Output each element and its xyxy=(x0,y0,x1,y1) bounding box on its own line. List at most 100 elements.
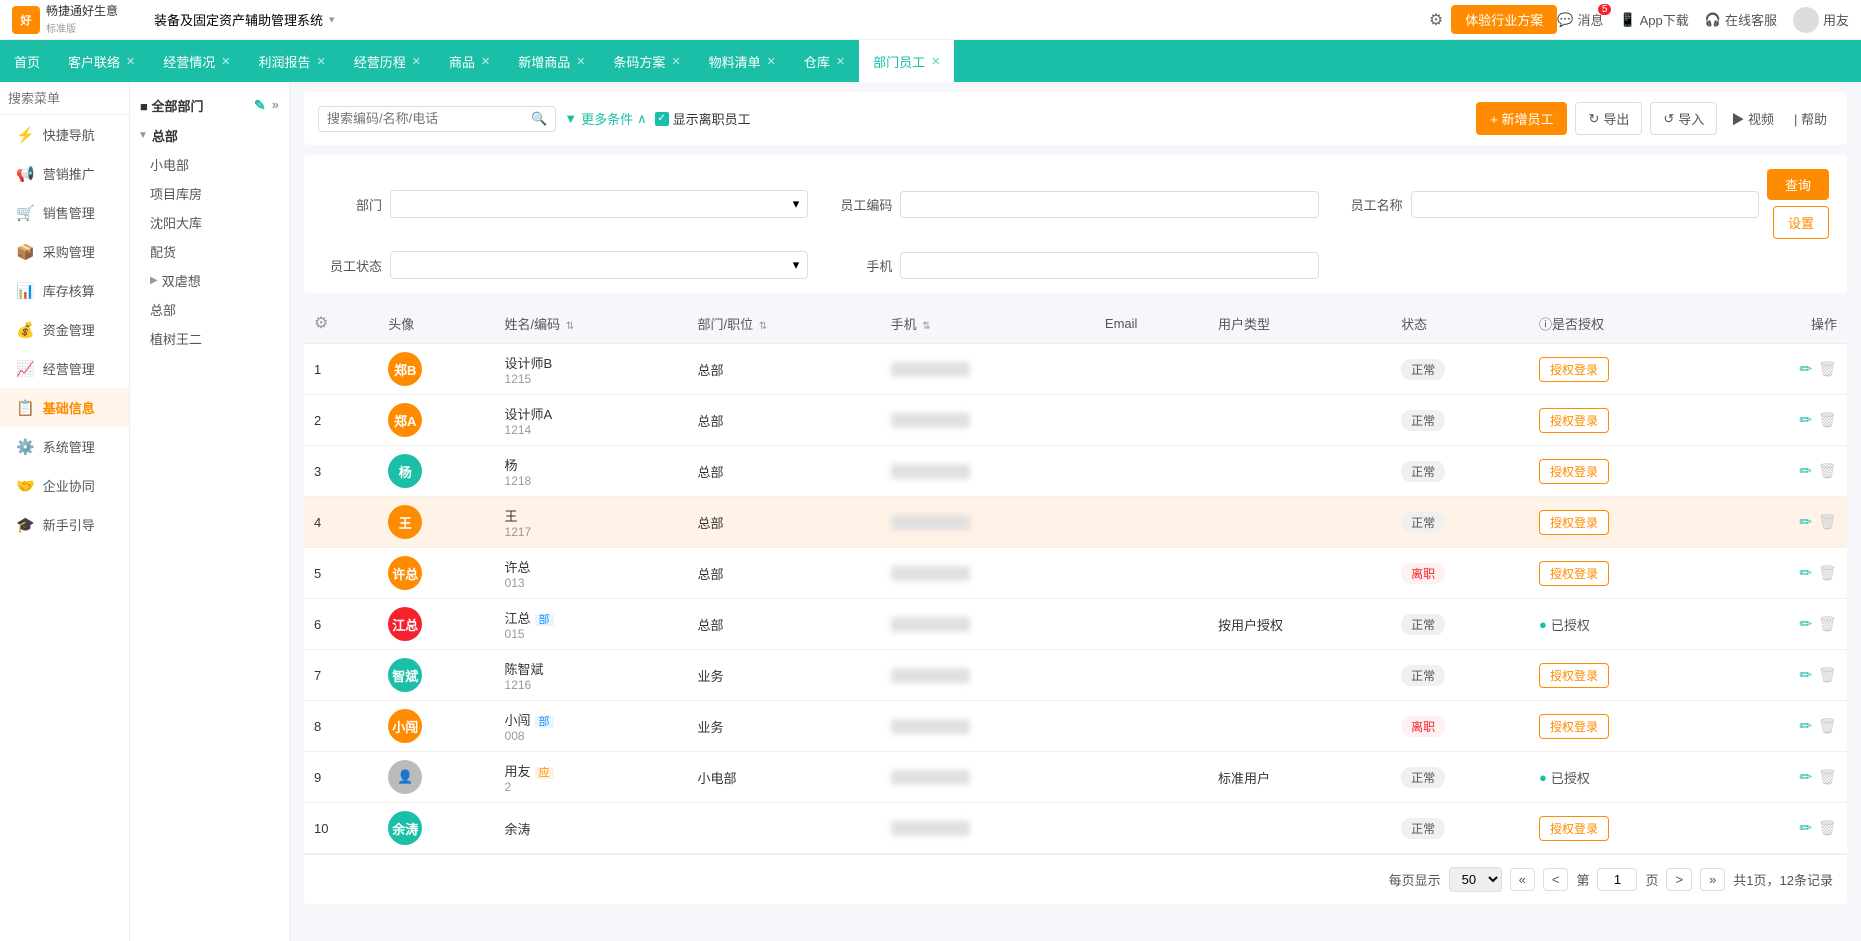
dept-select[interactable]: ▾ xyxy=(390,190,808,218)
view-button[interactable]: ▶ 视频 xyxy=(1725,102,1780,135)
edit-button[interactable]: ✏ xyxy=(1799,462,1812,480)
col-name[interactable]: 姓名/编码 ⇅ xyxy=(495,303,688,344)
auth-button[interactable]: 授权登录 xyxy=(1539,357,1609,382)
auth-button[interactable]: 授权登录 xyxy=(1539,663,1609,688)
delete-button[interactable]: 🗑 xyxy=(1818,564,1837,582)
emp-name-input[interactable] xyxy=(1411,191,1759,218)
more-filter-button[interactable]: ▼ 更多条件 ∧ xyxy=(564,109,646,128)
close-icon[interactable]: ✕ xyxy=(317,55,326,68)
close-icon[interactable]: ✕ xyxy=(836,55,845,68)
delete-button[interactable]: 🗑 xyxy=(1818,360,1837,378)
auth-button[interactable]: 授权登录 xyxy=(1539,510,1609,535)
close-icon[interactable]: ✕ xyxy=(126,55,135,68)
set-button[interactable]: 设置 xyxy=(1773,206,1829,239)
tab-goods[interactable]: 商品 ✕ xyxy=(435,40,504,82)
sidebar-item-guide[interactable]: 🎓 新手引导 xyxy=(0,505,129,544)
sidebar-item-basic-info[interactable]: 📋 基础信息 xyxy=(0,388,129,427)
first-page-button[interactable]: « xyxy=(1510,868,1535,891)
tab-journey[interactable]: 经营历程 ✕ xyxy=(340,40,435,82)
delete-button[interactable]: 🗑 xyxy=(1818,666,1837,684)
sidebar-item-marketing[interactable]: 📢 营销推广 xyxy=(0,154,129,193)
dept-edit-icon[interactable]: ✎ xyxy=(254,97,266,114)
tab-barcode[interactable]: 条码方案 ✕ xyxy=(599,40,694,82)
delete-button[interactable]: 🗑 xyxy=(1818,717,1837,735)
sidebar-search-input[interactable] xyxy=(8,91,130,106)
auth-button[interactable]: 授权登录 xyxy=(1539,714,1609,739)
chevron-down-icon[interactable]: ▾ xyxy=(329,13,335,26)
close-icon[interactable]: ✕ xyxy=(576,55,585,68)
import-button[interactable]: ↺ 导入 xyxy=(1650,102,1717,135)
dept-item-project[interactable]: 项目库房 xyxy=(130,179,289,208)
sidebar-item-system[interactable]: ⚙️ 系统管理 xyxy=(0,427,129,466)
dept-item-zongbu-group[interactable]: ▼ 总部 xyxy=(130,121,289,150)
dept-item-shuangnue[interactable]: ▶ 双虐想 xyxy=(130,266,289,295)
dept-item-zongbu2[interactable]: 总部 xyxy=(130,295,289,324)
edit-button[interactable]: ✏ xyxy=(1799,717,1812,735)
auth-button[interactable]: 授权登录 xyxy=(1539,459,1609,484)
delete-button[interactable]: 🗑 xyxy=(1818,819,1837,837)
delete-button[interactable]: 🗑 xyxy=(1818,411,1837,429)
next-page-button[interactable]: > xyxy=(1666,868,1692,891)
dept-item-zhishu[interactable]: 植树王二 xyxy=(130,324,289,353)
sidebar-item-finance[interactable]: 💰 资金管理 xyxy=(0,310,129,349)
edit-button[interactable]: ✏ xyxy=(1799,360,1812,378)
auth-button[interactable]: 授权登录 xyxy=(1539,561,1609,586)
edit-button[interactable]: ✏ xyxy=(1799,513,1812,531)
prev-page-button[interactable]: < xyxy=(1543,868,1569,891)
dept-item-shenyang[interactable]: 沈阳大库 xyxy=(130,208,289,237)
search-input[interactable] xyxy=(327,111,527,126)
user-avatar[interactable]: 用友 xyxy=(1793,7,1849,33)
support-button[interactable]: 🎧 在线客服 xyxy=(1705,10,1777,29)
close-icon[interactable]: ✕ xyxy=(931,55,940,68)
phone-input[interactable] xyxy=(900,252,1318,279)
close-icon[interactable]: ✕ xyxy=(412,55,421,68)
col-phone[interactable]: 手机 ⇅ xyxy=(881,303,1095,344)
close-icon[interactable]: ✕ xyxy=(221,55,230,68)
help-button[interactable]: | 帮助 xyxy=(1788,102,1833,135)
sidebar-item-quick-nav[interactable]: ⚡ 快捷导航 xyxy=(0,115,129,154)
search-icon[interactable]: 🔍 xyxy=(531,111,547,127)
emp-code-input[interactable] xyxy=(900,191,1318,218)
app-download-button[interactable]: 📱 App下载 xyxy=(1619,10,1688,29)
sidebar-item-sales[interactable]: 🛒 销售管理 xyxy=(0,193,129,232)
edit-button[interactable]: ✏ xyxy=(1799,564,1812,582)
delete-button[interactable]: 🗑 xyxy=(1818,513,1837,531)
gear-button[interactable]: ⚙ xyxy=(1429,10,1443,30)
dept-collapse-icon[interactable]: » xyxy=(272,97,279,114)
sidebar-item-ops[interactable]: 📈 经营管理 xyxy=(0,349,129,388)
tab-warehouse[interactable]: 仓库 ✕ xyxy=(790,40,859,82)
tab-customer[interactable]: 客户联络 ✕ xyxy=(54,40,149,82)
tab-dept-staff[interactable]: 部门员工 ✕ xyxy=(859,40,954,82)
sidebar-item-collab[interactable]: 🤝 企业协同 xyxy=(0,466,129,505)
edit-button[interactable]: ✏ xyxy=(1799,615,1812,633)
auth-button[interactable]: 授权登录 xyxy=(1539,408,1609,433)
tab-bom[interactable]: 物料清单 ✕ xyxy=(695,40,790,82)
col-dept[interactable]: 部门/职位 ⇅ xyxy=(688,303,881,344)
sidebar-item-inventory[interactable]: 📊 库存核算 xyxy=(0,271,129,310)
dept-item-xiaodian[interactable]: 小电部 xyxy=(130,150,289,179)
tab-operations[interactable]: 经营情况 ✕ xyxy=(149,40,244,82)
auth-button[interactable]: 授权登录 xyxy=(1539,816,1609,841)
close-icon[interactable]: ✕ xyxy=(481,55,490,68)
close-icon[interactable]: ✕ xyxy=(767,55,776,68)
export-button[interactable]: ↻ 导出 xyxy=(1575,102,1642,135)
tab-add-goods[interactable]: 新增商品 ✕ xyxy=(504,40,599,82)
tab-home[interactable]: 首页 xyxy=(0,40,54,82)
current-page-input[interactable] xyxy=(1597,868,1637,891)
edit-button[interactable]: ✏ xyxy=(1799,411,1812,429)
edit-button[interactable]: ✏ xyxy=(1799,666,1812,684)
edit-button[interactable]: ✏ xyxy=(1799,768,1812,786)
query-button[interactable]: 查询 xyxy=(1767,169,1829,200)
add-employee-button[interactable]: + 新增员工 xyxy=(1476,102,1567,135)
col-settings[interactable]: ⚙ xyxy=(304,303,378,344)
sidebar-item-purchase[interactable]: 📦 采购管理 xyxy=(0,232,129,271)
tab-profit[interactable]: 利润报告 ✕ xyxy=(244,40,339,82)
dept-item-peihuo[interactable]: 配货 xyxy=(130,237,289,266)
per-page-select[interactable]: 50 xyxy=(1449,867,1502,892)
delete-button[interactable]: 🗑 xyxy=(1818,615,1837,633)
delete-button[interactable]: 🗑 xyxy=(1818,462,1837,480)
show-inactive-toggle[interactable]: ✓ 显示离职员工 xyxy=(655,109,751,128)
message-button[interactable]: 💬 消息 5 xyxy=(1557,10,1603,29)
last-page-button[interactable]: » xyxy=(1700,868,1725,891)
status-select[interactable]: ▾ xyxy=(390,251,808,279)
